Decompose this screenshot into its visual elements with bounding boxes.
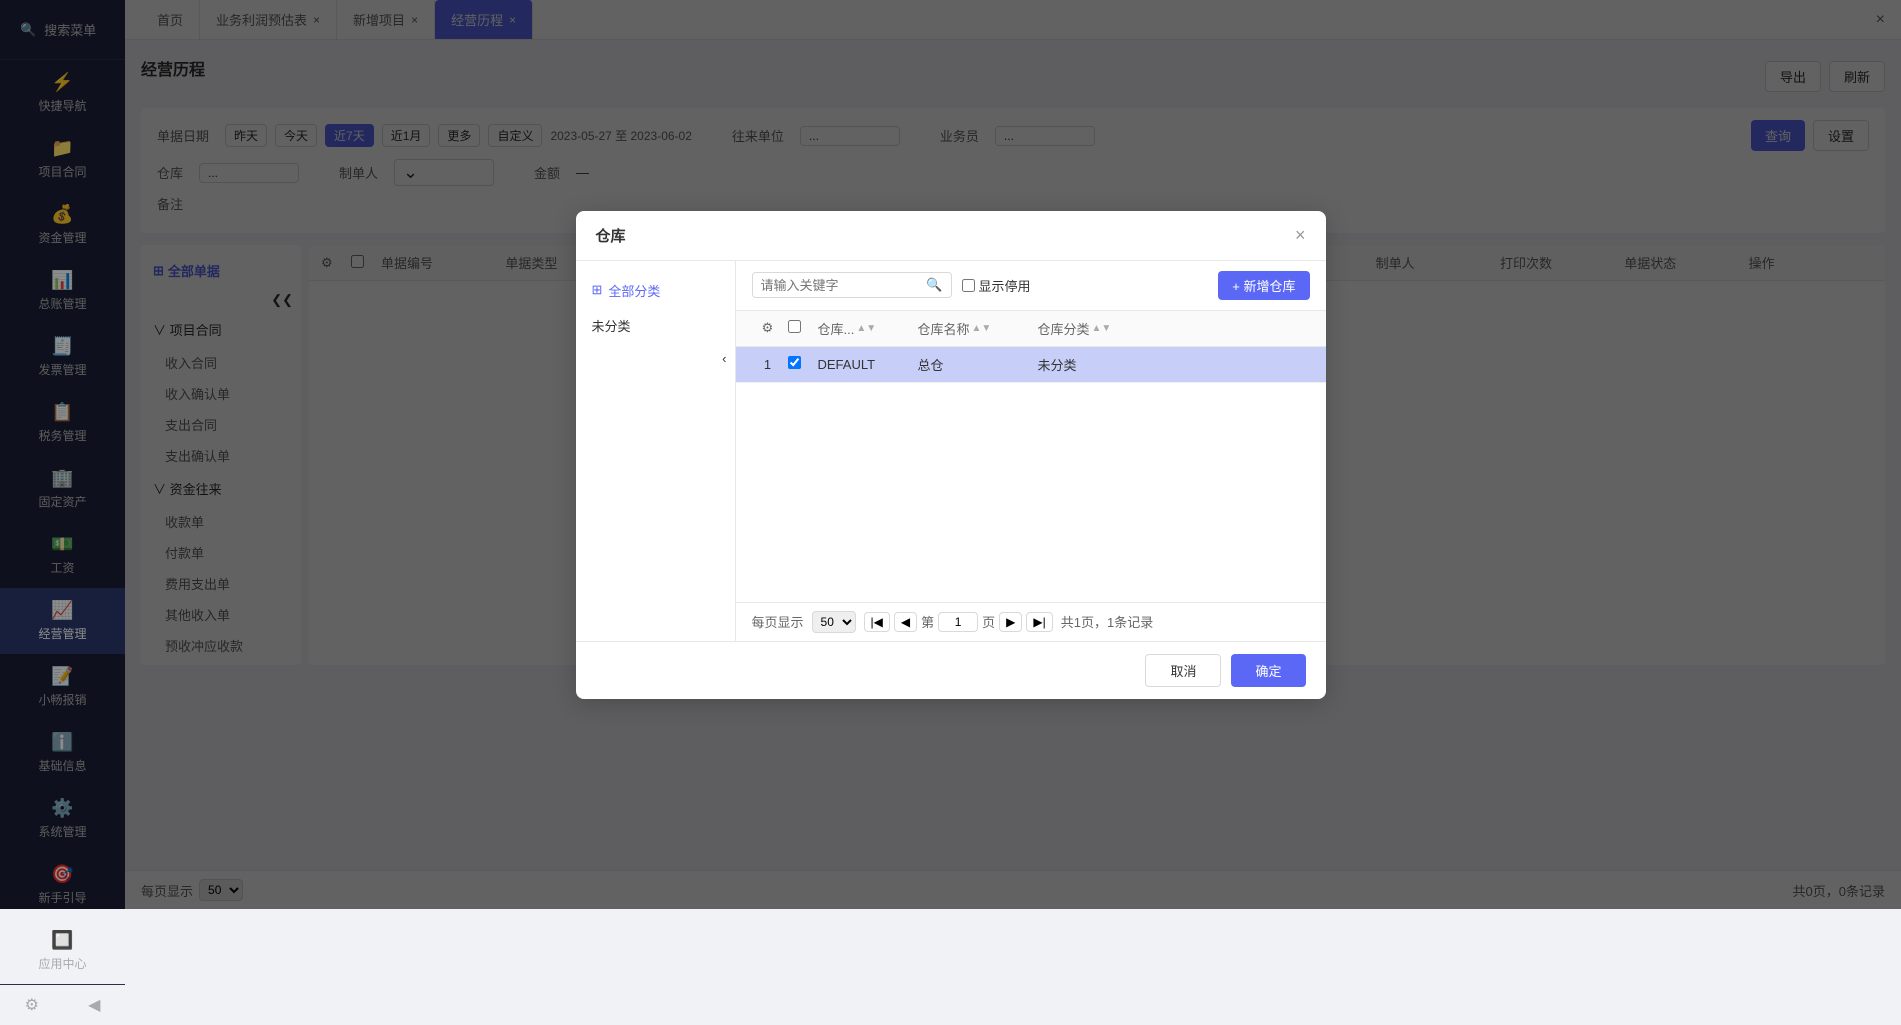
- modal-title: 仓库: [596, 225, 626, 246]
- page-first-btn[interactable]: |◀: [864, 612, 890, 632]
- page-last-btn[interactable]: ▶|: [1026, 612, 1052, 632]
- modal-pagination: 每页显示 50 |◀ ◀ 第 页 ▶ ▶| 共1页，1条记录: [736, 602, 1326, 641]
- row-category: 未分类: [1038, 355, 1314, 374]
- row-code: DEFAULT: [818, 357, 918, 372]
- add-warehouse-button[interactable]: + 新增仓库: [1218, 271, 1309, 300]
- modal-search-input[interactable]: [761, 278, 927, 293]
- search-icon-modal: 🔍: [926, 277, 942, 293]
- app-center-icon: 🔲: [51, 930, 73, 951]
- modal-toolbar: 🔍 显示停用 + 新增仓库: [736, 261, 1326, 311]
- confirm-button[interactable]: 确定: [1231, 654, 1305, 687]
- collapse-icon[interactable]: ◀: [88, 995, 100, 1015]
- col-check-header: [788, 320, 818, 336]
- sidebar-collapse-icon: ‹: [722, 351, 726, 366]
- modal-header: 仓库 ×: [576, 211, 1326, 261]
- col-category-header: 仓库分类 ▲▼: [1038, 319, 1314, 338]
- page-label-suffix: 页: [982, 612, 995, 631]
- row-name: 总仓: [918, 355, 1038, 374]
- modal-sidebar-all-category[interactable]: ⊞ 全部分类: [576, 273, 735, 308]
- modal-body: ⊞ 全部分类 未分类 ‹ 🔍: [576, 261, 1326, 641]
- cancel-button[interactable]: 取消: [1145, 654, 1221, 687]
- show-disabled-checkbox[interactable]: [962, 279, 975, 292]
- sidebar-bottom: ⚙ ◀: [0, 984, 125, 1025]
- sidebar-item-app-center[interactable]: 🔲 应用中心: [0, 918, 125, 984]
- modal-select-all[interactable]: [788, 320, 801, 333]
- modal-table-row[interactable]: 1 DEFAULT 总仓 未分类: [736, 347, 1326, 383]
- modal-total-records: 共1页，1条记录: [1061, 612, 1153, 631]
- page-next-btn[interactable]: ▶: [999, 612, 1022, 632]
- page-navigation: |◀ ◀ 第 页 ▶ ▶|: [864, 612, 1053, 632]
- modal-search-wrap[interactable]: 🔍: [752, 272, 952, 298]
- page-prev-btn[interactable]: ◀: [894, 612, 917, 632]
- modal-sidebar-collapse[interactable]: ‹: [576, 343, 735, 374]
- modal-sidebar-uncategorized[interactable]: 未分类: [576, 308, 735, 343]
- col-seq-header: ⚙: [748, 320, 788, 336]
- modal-table-header: ⚙ 仓库... ▲▼ 仓库名: [736, 311, 1326, 347]
- sidebar-item-label: 应用中心: [38, 955, 86, 972]
- page-number-input[interactable]: [938, 612, 978, 632]
- col-name-header: 仓库名称 ▲▼: [918, 319, 1038, 338]
- modal-main: 🔍 显示停用 + 新增仓库 ⚙: [736, 261, 1326, 641]
- row-check[interactable]: [788, 356, 818, 372]
- page-label-prefix: 第: [921, 612, 934, 631]
- show-disabled-checkbox-label[interactable]: 显示停用: [962, 276, 1031, 295]
- grid-icon-modal: ⊞: [592, 282, 603, 298]
- row-seq: 1: [748, 357, 788, 372]
- col-code-header: 仓库... ▲▼: [818, 319, 918, 338]
- modal-left-sidebar: ⊞ 全部分类 未分类 ‹: [576, 261, 736, 641]
- modal-table: ⚙ 仓库... ▲▼ 仓库名: [736, 311, 1326, 602]
- row-checkbox[interactable]: [788, 356, 801, 369]
- gear-icon-table[interactable]: ⚙: [762, 320, 774, 335]
- modal-footer: 取消 确定: [576, 641, 1326, 699]
- warehouse-modal: 仓库 × ⊞ 全部分类 未分类 ‹: [576, 211, 1326, 699]
- modal-close-button[interactable]: ×: [1295, 225, 1306, 246]
- modal-per-page-select[interactable]: 50: [812, 611, 856, 633]
- settings-bottom-icon[interactable]: ⚙: [25, 995, 39, 1015]
